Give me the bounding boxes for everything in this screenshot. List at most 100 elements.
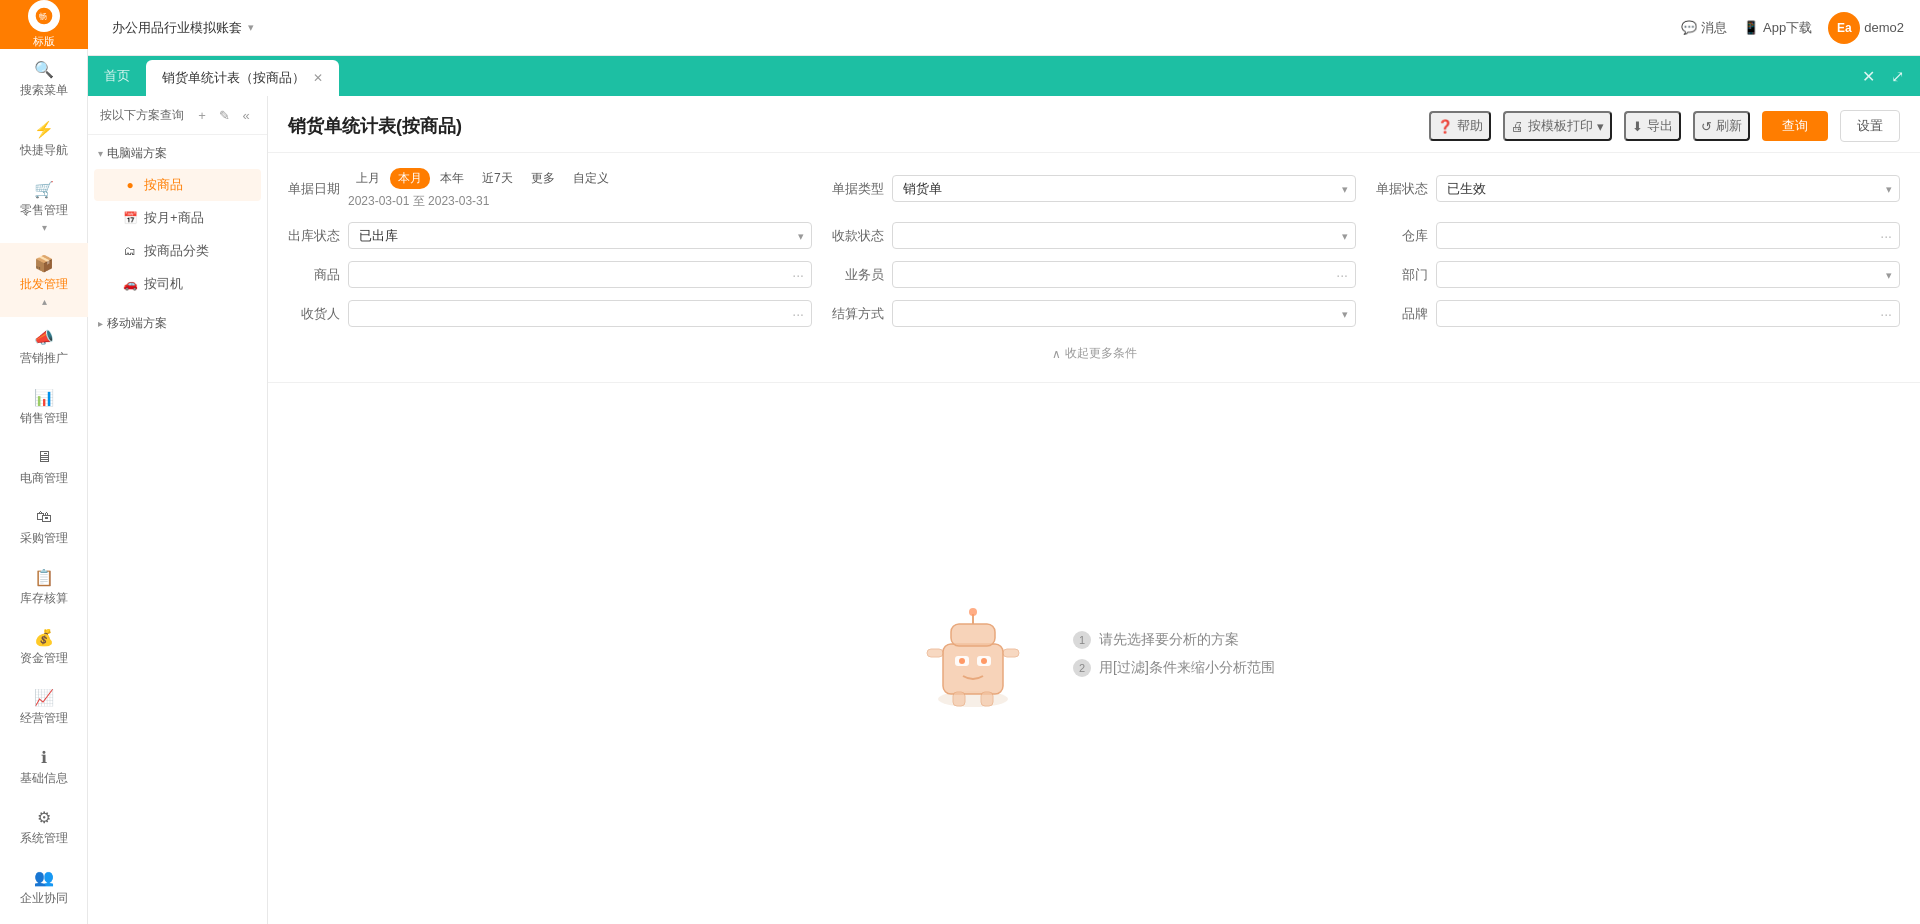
tab-sales-stats[interactable]: 销货单统计表（按商品） ✕: [146, 60, 339, 96]
payment-select[interactable]: [892, 300, 1356, 327]
sidebar-item-wholesale[interactable]: 📦 批发管理 ▴: [0, 243, 88, 317]
scheme-group-mobile-label: 移动端方案: [107, 315, 167, 332]
sales-person-dots-icon[interactable]: ···: [1336, 267, 1348, 283]
export-icon: ⬇: [1632, 119, 1643, 134]
doc-status-select[interactable]: 已生效: [1436, 175, 1900, 202]
period-more-btn[interactable]: 更多: [523, 167, 563, 190]
content-area: 按以下方案查询 + ✎ « ▾ 电脑端方案: [88, 96, 1920, 924]
scheme-group-pc-header[interactable]: ▾ 电脑端方案: [88, 139, 267, 168]
app-logo[interactable]: 畅 标版: [0, 0, 88, 49]
period-last-7-btn[interactable]: 近7天: [474, 167, 521, 190]
sidebar-item-label: 系统管理: [20, 830, 68, 847]
sidebar-item-marketing[interactable]: 📣 营销推广: [0, 317, 88, 377]
ecommerce-icon: 🖥: [34, 447, 54, 467]
period-this-year-btn[interactable]: 本年: [432, 167, 472, 190]
empty-illustration: [913, 594, 1033, 714]
tab-home[interactable]: 首页: [88, 56, 146, 96]
tab-close-icon[interactable]: ✕: [313, 71, 323, 85]
collapse-icon: «: [242, 108, 249, 123]
product-input[interactable]: [348, 261, 812, 288]
sidebar-item-sales[interactable]: 📊 销售管理: [0, 377, 88, 437]
period-last-month-btn[interactable]: 上月: [348, 167, 388, 190]
sidebar-item-business[interactable]: 📈 经营管理: [0, 677, 88, 737]
sidebar-item-finance[interactable]: 💰 资金管理: [0, 617, 88, 677]
svg-rect-3: [943, 644, 1003, 694]
mobile-toggle-icon: ▸: [98, 318, 103, 329]
sidebar-item-search[interactable]: 🔍 搜索菜单: [0, 49, 88, 109]
svg-text:畅: 畅: [39, 12, 47, 21]
tab-minimize-btn[interactable]: ✕: [1858, 65, 1879, 88]
scheme-group-mobile-header[interactable]: ▸ 移动端方案: [88, 309, 267, 338]
refresh-label: 刷新: [1716, 117, 1742, 135]
sidebar-item-quick-nav[interactable]: ⚡ 快捷导航: [0, 109, 88, 169]
sidebar-item-retail[interactable]: 🛒 零售管理 ▾: [0, 169, 88, 243]
tab-bar-actions: ✕ ⤢: [1846, 56, 1920, 96]
tab-expand-btn[interactable]: ⤢: [1887, 65, 1908, 88]
sidebar-item-ecommerce[interactable]: 🖥 电商管理: [0, 437, 88, 497]
product-dots-icon[interactable]: ···: [792, 267, 804, 283]
stock-out-label: 出库状态: [288, 227, 340, 245]
brand-dots-icon[interactable]: ···: [1880, 306, 1892, 322]
receiver-dots-icon[interactable]: ···: [792, 306, 804, 322]
sidebar-item-guide[interactable]: 🎯 新手引导: [0, 917, 88, 924]
product-input-wrapper: ···: [348, 261, 812, 288]
refresh-btn[interactable]: ↺ 刷新: [1693, 111, 1750, 141]
sales-icon: 📊: [34, 387, 54, 407]
scheme-add-btn[interactable]: +: [193, 106, 211, 124]
scheme-panel: 按以下方案查询 + ✎ « ▾ 电脑端方案: [88, 96, 268, 924]
sidebar-item-system[interactable]: ⚙ 系统管理: [0, 797, 88, 857]
template-print-label: 按模板打印: [1528, 117, 1593, 135]
quick-nav-icon: ⚡: [34, 119, 54, 139]
receiver-input[interactable]: [348, 300, 812, 327]
user-avatar-action[interactable]: Ea demo2: [1828, 12, 1904, 44]
workspace-selector[interactable]: 办公用品行业模拟账套 ▾: [104, 15, 262, 41]
svg-rect-15: [953, 692, 965, 706]
message-action[interactable]: 💬 消息: [1681, 19, 1727, 37]
app-download-action[interactable]: 📱 App下载: [1743, 19, 1812, 37]
scheme-edit-btn[interactable]: ✎: [215, 106, 233, 124]
sidebar-item-basic[interactable]: ℹ 基础信息: [0, 737, 88, 797]
warehouse-dots-icon[interactable]: ···: [1880, 228, 1892, 244]
scheme-item-by-product[interactable]: ● 按商品: [94, 169, 261, 201]
collapse-btn[interactable]: ∧ 收起更多条件: [288, 339, 1900, 368]
logo-text: 标版: [33, 34, 55, 49]
scheme-item-by-category[interactable]: 🗂 按商品分类: [94, 235, 261, 267]
sidebar-item-label: 采购管理: [20, 530, 68, 547]
app-download-icon: 📱: [1743, 20, 1759, 35]
sidebar-item-corp[interactable]: 👥 企业协同: [0, 857, 88, 917]
stock-out-select[interactable]: 已出库: [348, 222, 812, 249]
brand-label: 品牌: [1376, 305, 1428, 323]
stock-out-select-wrapper: 已出库: [348, 222, 812, 249]
help-label: 帮助: [1457, 117, 1483, 135]
help-btn[interactable]: ❓ 帮助: [1429, 111, 1491, 141]
period-custom-btn[interactable]: 自定义: [565, 167, 617, 190]
receipt-status-select[interactable]: [892, 222, 1356, 249]
dept-select[interactable]: [1436, 261, 1900, 288]
receiver-input-wrapper: ···: [348, 300, 812, 327]
workspace-name: 办公用品行业模拟账套: [112, 19, 242, 37]
doc-type-select[interactable]: 销货单: [892, 175, 1356, 202]
message-icon: 💬: [1681, 20, 1697, 35]
filter-area: 单据日期 上月 本月 本年 近7天 更多 自定义 2023-03-01 至 20…: [268, 153, 1920, 383]
brand-input[interactable]: [1436, 300, 1900, 327]
sales-person-input[interactable]: [892, 261, 1356, 288]
workspace-chevron-icon: ▾: [248, 21, 254, 34]
receipt-status-label: 收款状态: [832, 227, 884, 245]
sidebar-item-stock[interactable]: 📋 库存核算: [0, 557, 88, 617]
svg-rect-13: [927, 649, 943, 657]
scheme-item-by-machine[interactable]: 🚗 按司机: [94, 268, 261, 300]
add-icon: +: [198, 108, 206, 123]
query-btn[interactable]: 查询: [1762, 111, 1828, 141]
marketing-icon: 📣: [34, 327, 54, 347]
warehouse-input[interactable]: [1436, 222, 1900, 249]
export-btn[interactable]: ⬇ 导出: [1624, 111, 1681, 141]
system-icon: ⚙: [34, 807, 54, 827]
scheme-item-by-month-product[interactable]: 📅 按月+商品: [94, 202, 261, 234]
settings-btn[interactable]: 设置: [1840, 110, 1900, 142]
sidebar-item-purchase[interactable]: 🛍 采购管理: [0, 497, 88, 557]
avatar[interactable]: Ea: [1828, 12, 1860, 44]
period-this-month-btn[interactable]: 本月: [390, 168, 430, 189]
template-print-btn[interactable]: 🖨 按模板打印 ▾: [1503, 111, 1612, 141]
refresh-icon: ↺: [1701, 119, 1712, 134]
scheme-collapse-btn[interactable]: «: [237, 106, 255, 124]
